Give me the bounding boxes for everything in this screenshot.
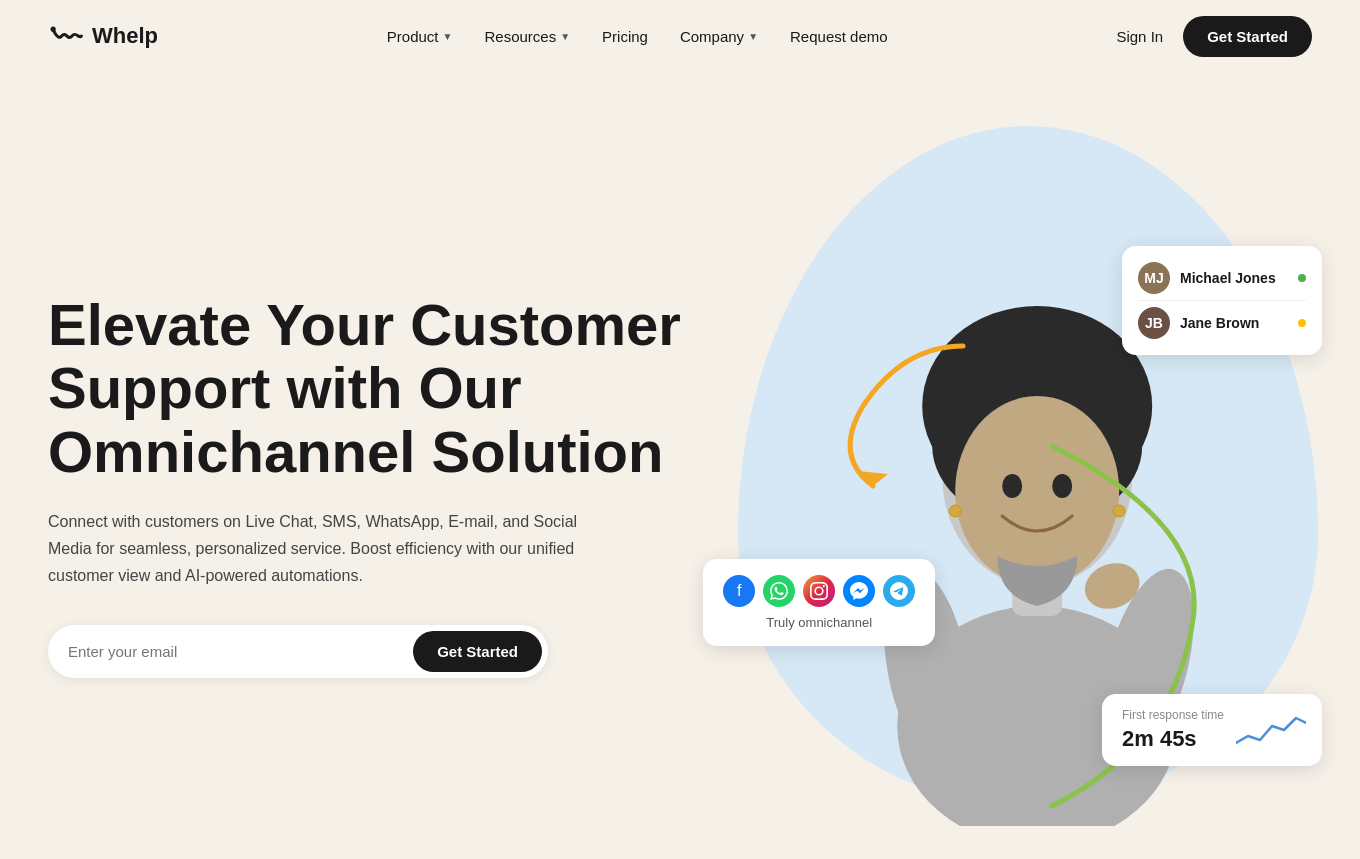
email-input[interactable] xyxy=(68,643,413,660)
chevron-down-icon: ▼ xyxy=(443,31,453,42)
svg-point-9 xyxy=(949,505,961,517)
user-row-1: MJ Michael Jones xyxy=(1138,256,1306,300)
instagram-icon xyxy=(803,575,835,607)
user-status-1 xyxy=(1298,274,1306,282)
email-form: Get Started xyxy=(48,625,548,678)
response-time-value: 2m 45s xyxy=(1122,726,1197,751)
arrow-orange xyxy=(803,326,983,506)
logo-text: Whelp xyxy=(92,23,158,49)
svg-point-0 xyxy=(51,27,56,32)
nav-actions: Sign In Get Started xyxy=(1116,16,1312,57)
chevron-down-icon: ▼ xyxy=(748,31,758,42)
card-response-time: First response time 2m 45s xyxy=(1102,694,1322,766)
nav-request-demo[interactable]: Request demo xyxy=(790,28,888,45)
arrow-green xyxy=(1032,426,1232,826)
card-users: MJ Michael Jones JB Jane Brown xyxy=(1122,246,1322,355)
hero-left: Elevate Your Customer Support with Our O… xyxy=(48,293,743,679)
hero-description: Connect with customers on Live Chat, SMS… xyxy=(48,508,588,590)
hero-right: MJ Michael Jones JB Jane Brown f xyxy=(743,126,1312,846)
card-omnichannel: f Truly omnichannel xyxy=(703,559,935,646)
telegram-icon xyxy=(883,575,915,607)
hero-title: Elevate Your Customer Support with Our O… xyxy=(48,293,703,484)
facebook-icon: f xyxy=(723,575,755,607)
messenger-icon xyxy=(843,575,875,607)
nav-product[interactable]: Product ▼ xyxy=(387,28,453,45)
social-icons: f xyxy=(723,575,915,607)
user-name-2: Jane Brown xyxy=(1180,315,1259,331)
user-name-1: Michael Jones xyxy=(1180,270,1276,286)
navbar: Whelp Product ▼ Resources ▼ Pricing Comp… xyxy=(0,0,1360,72)
chevron-down-icon: ▼ xyxy=(560,31,570,42)
omnichannel-label: Truly omnichannel xyxy=(723,615,915,630)
user-avatar-2: JB xyxy=(1138,307,1170,339)
user-status-2 xyxy=(1298,319,1306,327)
logo[interactable]: Whelp xyxy=(48,23,158,49)
response-time-chart xyxy=(1236,708,1306,752)
nav-links: Product ▼ Resources ▼ Pricing Company ▼ … xyxy=(387,28,888,45)
sign-in-button[interactable]: Sign In xyxy=(1116,28,1163,45)
user-avatar-1: MJ xyxy=(1138,262,1170,294)
get-started-hero-button[interactable]: Get Started xyxy=(413,631,542,672)
logo-icon xyxy=(48,24,84,48)
get-started-nav-button[interactable]: Get Started xyxy=(1183,16,1312,57)
user-row-2: JB Jane Brown xyxy=(1138,300,1306,345)
svg-point-7 xyxy=(1002,474,1022,498)
nav-company[interactable]: Company ▼ xyxy=(680,28,758,45)
hero-section: Elevate Your Customer Support with Our O… xyxy=(0,72,1360,859)
nav-pricing[interactable]: Pricing xyxy=(602,28,648,45)
nav-resources[interactable]: Resources ▼ xyxy=(484,28,570,45)
whatsapp-icon xyxy=(763,575,795,607)
